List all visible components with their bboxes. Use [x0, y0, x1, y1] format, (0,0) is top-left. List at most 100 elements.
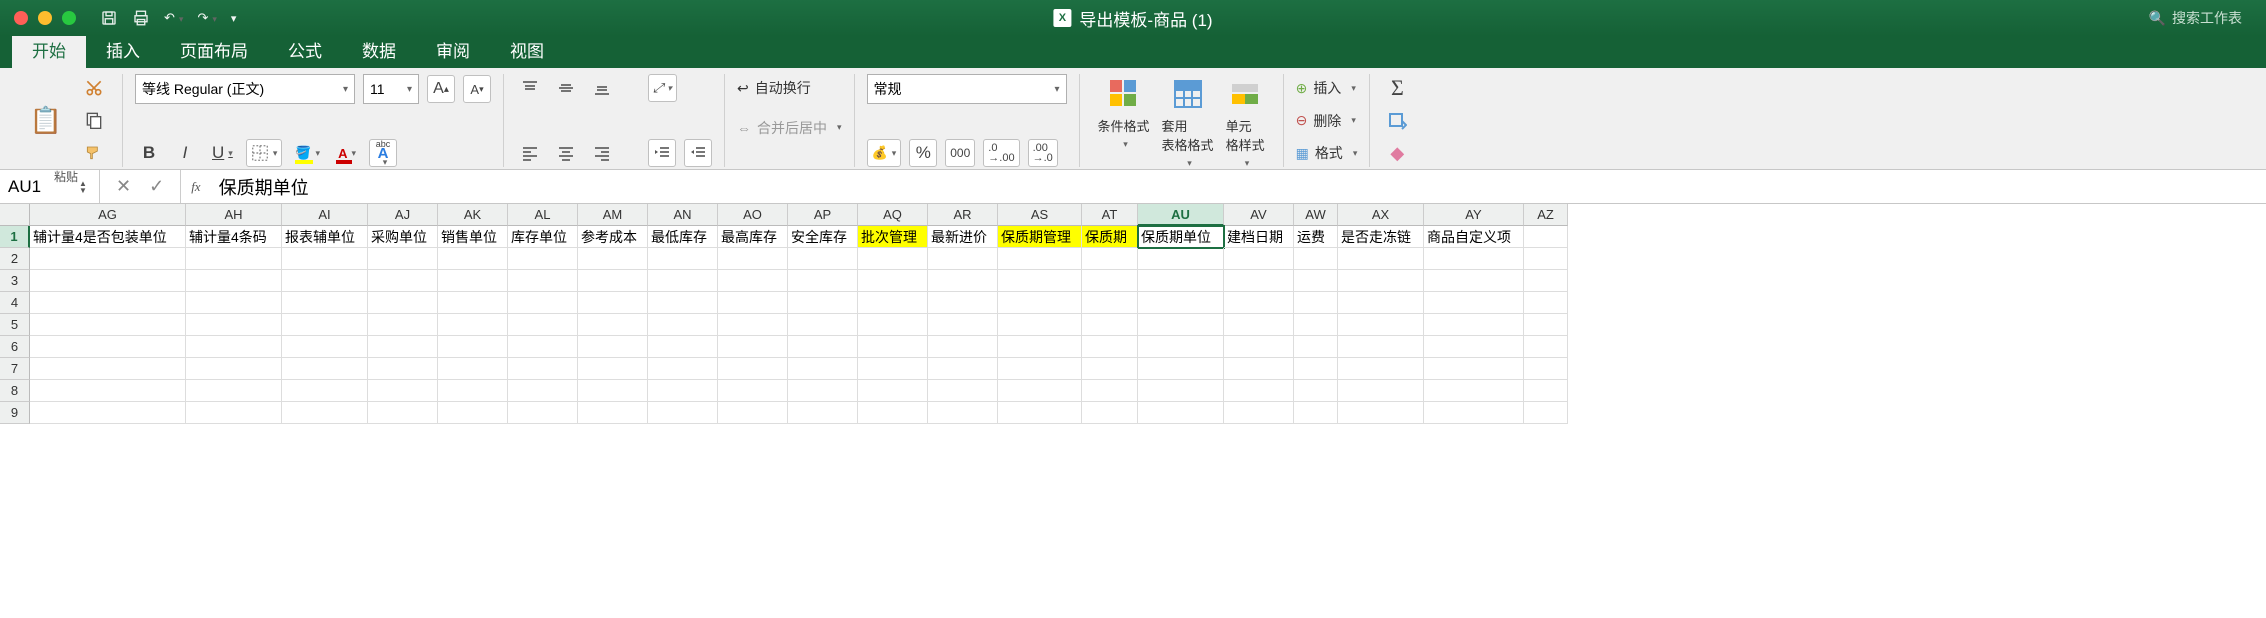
delete-cells-button[interactable]: ⊖删除 [1296, 107, 1358, 135]
cell-AY1[interactable]: 商品自定义项 [1424, 226, 1524, 248]
cell-AJ7[interactable] [368, 358, 438, 380]
fill-button[interactable] [1382, 107, 1412, 135]
cell-AN7[interactable] [648, 358, 718, 380]
decrease-decimal-button[interactable]: .00→.0 [1028, 139, 1058, 167]
cell-AT5[interactable] [1082, 314, 1138, 336]
cell-AO6[interactable] [718, 336, 788, 358]
cell-AS7[interactable] [998, 358, 1082, 380]
cell-AZ1[interactable] [1524, 226, 1568, 248]
cell-AI5[interactable] [282, 314, 368, 336]
cell-AL2[interactable] [508, 248, 578, 270]
cell-AM8[interactable] [578, 380, 648, 402]
cell-AR4[interactable] [928, 292, 998, 314]
align-center-button[interactable] [552, 139, 580, 167]
cell-AK1[interactable]: 销售单位 [438, 226, 508, 248]
cell-AW2[interactable] [1294, 248, 1338, 270]
cell-AR1[interactable]: 最新进价 [928, 226, 998, 248]
row-header-9[interactable]: 9 [0, 402, 30, 424]
row-header-2[interactable]: 2 [0, 248, 30, 270]
borders-button[interactable] [246, 139, 283, 167]
cell-AJ1[interactable]: 采购单位 [368, 226, 438, 248]
cell-AR7[interactable] [928, 358, 998, 380]
cell-AX9[interactable] [1338, 402, 1424, 424]
comma-button[interactable]: 000 [945, 139, 975, 167]
cell-AH4[interactable] [186, 292, 282, 314]
italic-button[interactable]: I [171, 139, 199, 167]
column-header-AO[interactable]: AO [718, 204, 788, 226]
cell-AN9[interactable] [648, 402, 718, 424]
cell-AK2[interactable] [438, 248, 508, 270]
decrease-indent-button[interactable] [648, 139, 676, 167]
column-header-AT[interactable]: AT [1082, 204, 1138, 226]
qat-customize-icon[interactable]: ▾ [231, 12, 237, 25]
cell-AX6[interactable] [1338, 336, 1424, 358]
column-header-AJ[interactable]: AJ [368, 204, 438, 226]
cell-AY5[interactable] [1424, 314, 1524, 336]
cell-AQ8[interactable] [858, 380, 928, 402]
cell-AO3[interactable] [718, 270, 788, 292]
table-format-button[interactable]: 套用 表格格式 [1156, 74, 1220, 171]
font-size-combo[interactable]: 11▾ [363, 74, 419, 104]
cell-AI3[interactable] [282, 270, 368, 292]
search-box[interactable]: 🔍 搜索工作表 [2139, 4, 2252, 32]
column-header-AN[interactable]: AN [648, 204, 718, 226]
copy-button[interactable] [78, 106, 110, 134]
cell-AW1[interactable]: 运费 [1294, 226, 1338, 248]
cell-AJ9[interactable] [368, 402, 438, 424]
row-header-1[interactable]: 1 [0, 226, 30, 248]
underline-button[interactable]: U [207, 139, 238, 167]
cell-AZ4[interactable] [1524, 292, 1568, 314]
cell-AJ3[interactable] [368, 270, 438, 292]
cell-AM5[interactable] [578, 314, 648, 336]
cell-AO4[interactable] [718, 292, 788, 314]
cell-AH8[interactable] [186, 380, 282, 402]
cell-AG9[interactable] [30, 402, 186, 424]
cell-AV2[interactable] [1224, 248, 1294, 270]
cell-AQ5[interactable] [858, 314, 928, 336]
cell-AJ2[interactable] [368, 248, 438, 270]
fx-icon[interactable]: fx [181, 179, 210, 195]
cell-AS2[interactable] [998, 248, 1082, 270]
cell-AN1[interactable]: 最低库存 [648, 226, 718, 248]
cell-AX4[interactable] [1338, 292, 1424, 314]
cell-AU5[interactable] [1138, 314, 1224, 336]
column-header-AH[interactable]: AH [186, 204, 282, 226]
cell-AT9[interactable] [1082, 402, 1138, 424]
column-header-AI[interactable]: AI [282, 204, 368, 226]
cell-AP4[interactable] [788, 292, 858, 314]
cell-AM4[interactable] [578, 292, 648, 314]
cell-AS8[interactable] [998, 380, 1082, 402]
cell-AY7[interactable] [1424, 358, 1524, 380]
cell-AS9[interactable] [998, 402, 1082, 424]
column-header-AG[interactable]: AG [30, 204, 186, 226]
cell-AQ1[interactable]: 批次管理 [858, 226, 928, 248]
cell-AN5[interactable] [648, 314, 718, 336]
cell-AP8[interactable] [788, 380, 858, 402]
cell-AM7[interactable] [578, 358, 648, 380]
conditional-format-button[interactable]: 条件格式 [1092, 74, 1156, 152]
cell-AI2[interactable] [282, 248, 368, 270]
clear-button[interactable]: ◆ [1382, 139, 1412, 167]
cell-AO9[interactable] [718, 402, 788, 424]
cell-AH1[interactable]: 辅计量4条码 [186, 226, 282, 248]
cell-AI8[interactable] [282, 380, 368, 402]
wrap-text-button[interactable]: ↩ 自动换行 [737, 74, 842, 102]
cell-AK4[interactable] [438, 292, 508, 314]
cell-AU8[interactable] [1138, 380, 1224, 402]
cell-AT8[interactable] [1082, 380, 1138, 402]
cell-AW6[interactable] [1294, 336, 1338, 358]
column-header-AZ[interactable]: AZ [1524, 204, 1568, 226]
increase-indent-button[interactable] [684, 139, 712, 167]
cell-AM6[interactable] [578, 336, 648, 358]
align-right-button[interactable] [588, 139, 616, 167]
cell-AP7[interactable] [788, 358, 858, 380]
cell-AM1[interactable]: 参考成本 [578, 226, 648, 248]
cell-AZ3[interactable] [1524, 270, 1568, 292]
cell-AO8[interactable] [718, 380, 788, 402]
cell-AO1[interactable]: 最高库存 [718, 226, 788, 248]
cell-AW9[interactable] [1294, 402, 1338, 424]
cell-AS4[interactable] [998, 292, 1082, 314]
window-minimize-button[interactable] [38, 11, 52, 25]
cell-AL6[interactable] [508, 336, 578, 358]
cell-AH7[interactable] [186, 358, 282, 380]
